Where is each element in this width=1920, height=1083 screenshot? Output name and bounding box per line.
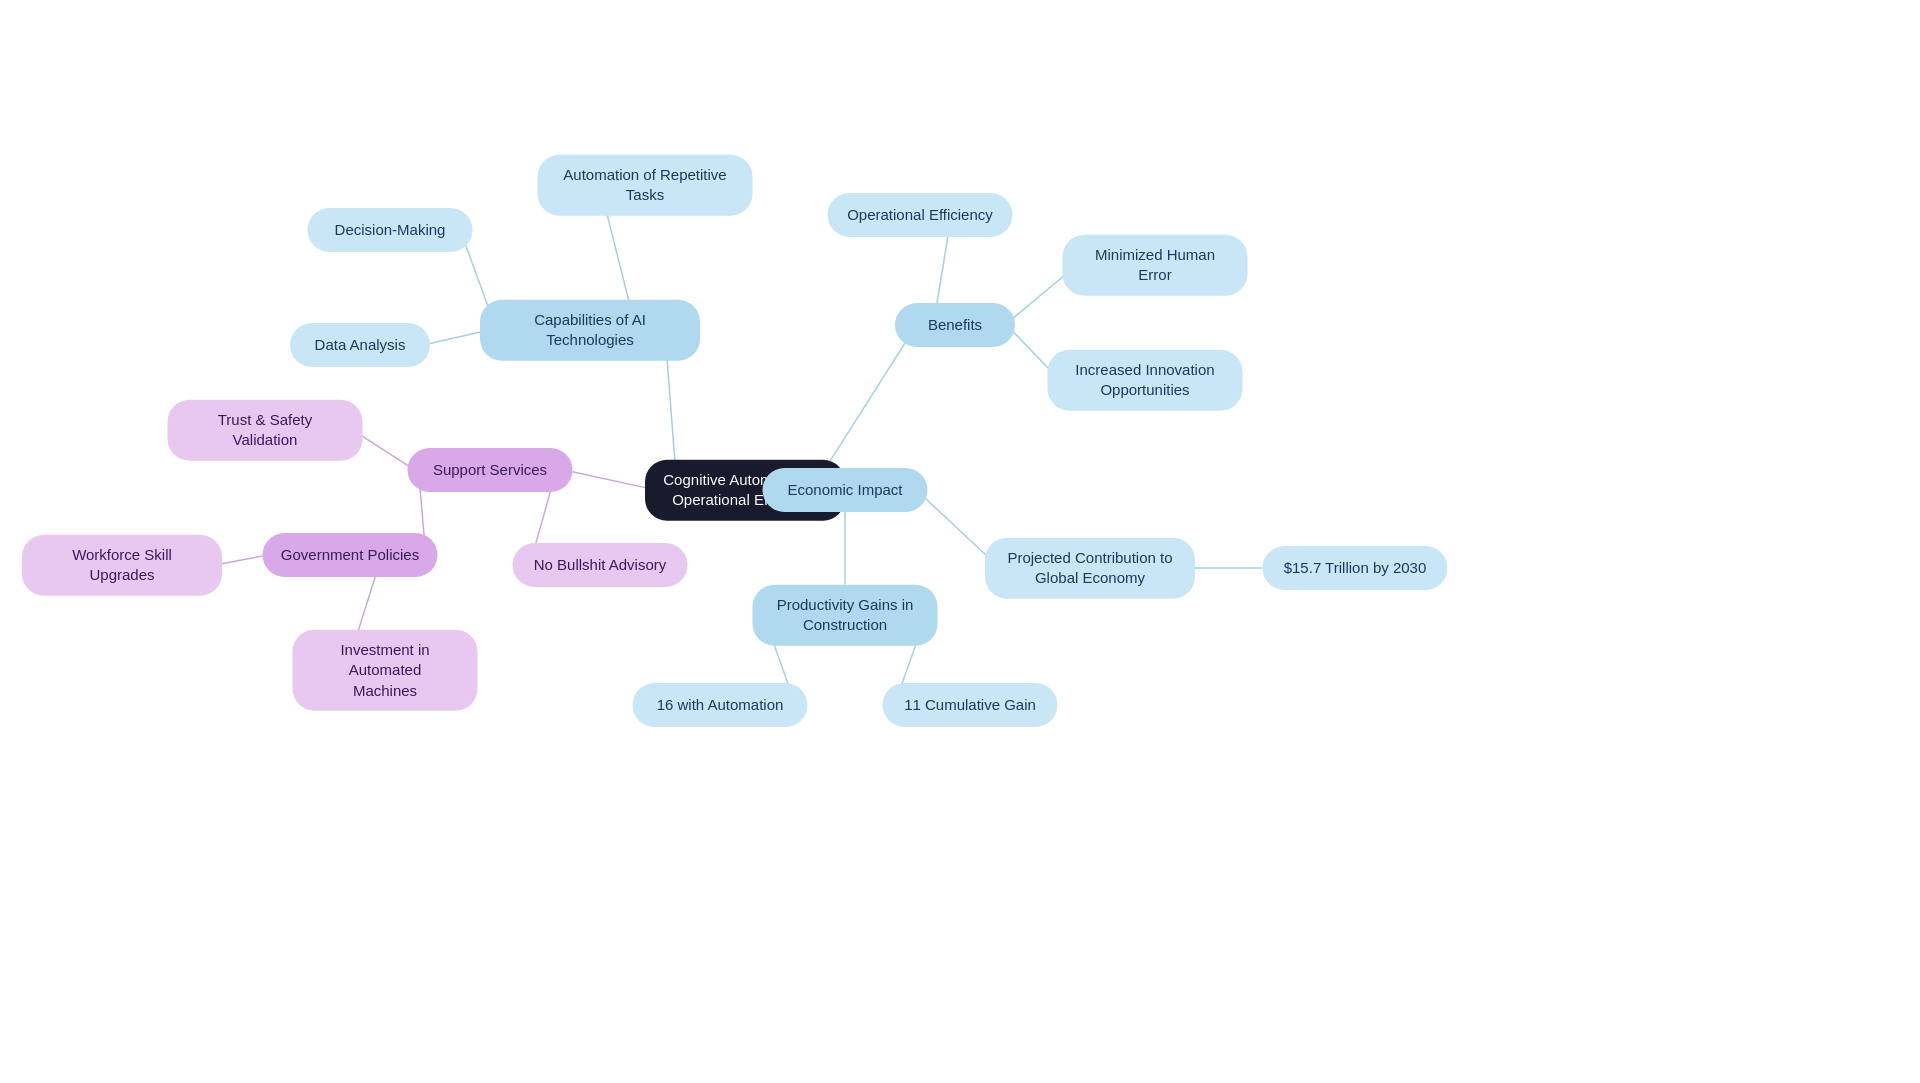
node-label-data_analysis: Data Analysis bbox=[315, 335, 406, 355]
node-capabilities[interactable]: Capabilities of AI Technologies bbox=[480, 300, 700, 361]
node-no_bullshit[interactable]: No Bullshit Advisory bbox=[513, 543, 688, 587]
node-economic_impact[interactable]: Economic Impact bbox=[763, 468, 928, 512]
svg-line-3 bbox=[430, 332, 480, 344]
node-label-benefits: Benefits bbox=[928, 315, 982, 335]
node-label-workforce_skill: Workforce Skill Upgrades bbox=[40, 545, 204, 586]
svg-line-7 bbox=[1013, 331, 1052, 371]
svg-line-4 bbox=[824, 339, 908, 472]
node-label-automation_tasks: Automation of Repetitive Tasks bbox=[556, 165, 735, 206]
node-investment_machines[interactable]: Investment in Automated Machines bbox=[293, 630, 478, 711]
node-minimized_error[interactable]: Minimized Human Error bbox=[1063, 235, 1248, 296]
node-innovation[interactable]: Increased Innovation Opportunities bbox=[1048, 350, 1243, 411]
node-label-decision_making: Decision-Making bbox=[335, 220, 446, 240]
node-label-capabilities: Capabilities of AI Technologies bbox=[498, 310, 682, 351]
node-label-no_bullshit: No Bullshit Advisory bbox=[534, 555, 667, 575]
node-workforce_skill[interactable]: Workforce Skill Upgrades bbox=[22, 535, 222, 596]
node-decision_making[interactable]: Decision-Making bbox=[308, 208, 473, 252]
node-automation_tasks[interactable]: Automation of Repetitive Tasks bbox=[538, 155, 753, 216]
node-label-investment_machines: Investment in Automated Machines bbox=[311, 640, 460, 701]
node-label-support_services: Support Services bbox=[433, 460, 547, 480]
node-label-economic_impact: Economic Impact bbox=[787, 480, 902, 500]
node-productivity_gains[interactable]: Productivity Gains in Construction bbox=[753, 585, 938, 646]
mind-map-canvas: Cognitive Automation for Operational Eff… bbox=[0, 0, 1920, 1083]
node-trust_safety[interactable]: Trust & Safety Validation bbox=[168, 400, 363, 461]
svg-line-6 bbox=[1012, 274, 1066, 319]
node-label-trillion_2030: $15.7 Trillion by 2030 bbox=[1284, 558, 1427, 578]
node-benefits[interactable]: Benefits bbox=[895, 303, 1015, 347]
node-label-productivity_gains: Productivity Gains in Construction bbox=[777, 595, 914, 636]
node-eleven_cumulative[interactable]: 11 Cumulative Gain bbox=[883, 683, 1058, 727]
node-label-projected_contribution: Projected Contribution to Global Economy bbox=[1007, 548, 1172, 589]
svg-line-8 bbox=[572, 472, 645, 488]
svg-line-1 bbox=[607, 214, 629, 302]
node-operational_efficiency[interactable]: Operational Efficiency bbox=[828, 193, 1013, 237]
node-label-innovation: Increased Innovation Opportunities bbox=[1075, 360, 1214, 401]
svg-line-0 bbox=[667, 352, 676, 468]
node-sixteen_automation[interactable]: 16 with Automation bbox=[633, 683, 808, 727]
svg-line-10 bbox=[534, 484, 553, 550]
svg-line-12 bbox=[222, 556, 263, 564]
node-projected_contribution[interactable]: Projected Contribution to Global Economy bbox=[985, 538, 1195, 599]
node-label-government_policies: Government Policies bbox=[281, 545, 419, 565]
svg-line-16 bbox=[924, 497, 990, 559]
node-label-trust_safety: Trust & Safety Validation bbox=[186, 410, 345, 451]
node-label-sixteen_automation: 16 with Automation bbox=[657, 695, 784, 715]
node-government_policies[interactable]: Government Policies bbox=[263, 533, 438, 577]
node-support_services[interactable]: Support Services bbox=[408, 448, 573, 492]
svg-line-13 bbox=[358, 576, 375, 631]
node-label-operational_efficiency: Operational Efficiency bbox=[847, 205, 993, 225]
node-label-eleven_cumulative: 11 Cumulative Gain bbox=[904, 695, 1036, 715]
svg-line-9 bbox=[361, 435, 409, 466]
node-data_analysis[interactable]: Data Analysis bbox=[290, 323, 430, 367]
node-label-minimized_error: Minimized Human Error bbox=[1081, 245, 1230, 286]
svg-line-5 bbox=[937, 236, 948, 304]
node-trillion_2030[interactable]: $15.7 Trillion by 2030 bbox=[1263, 546, 1448, 590]
